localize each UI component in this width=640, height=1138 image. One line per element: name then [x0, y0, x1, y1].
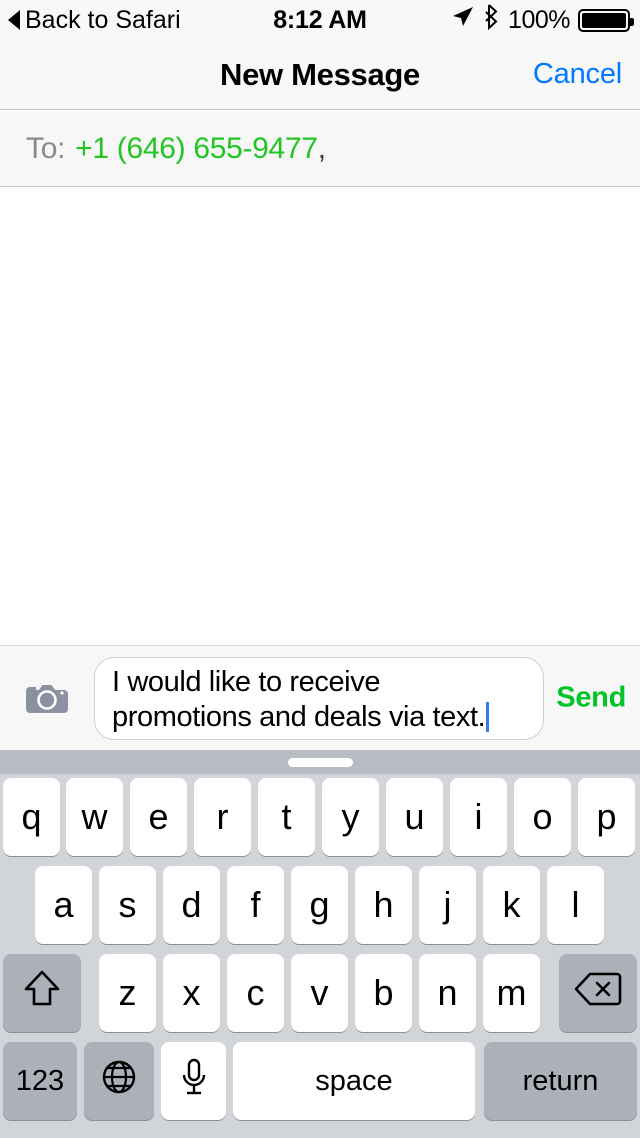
key-b[interactable]: b: [355, 954, 412, 1032]
iphone-screen: Back to Safari 8:12 AM 100% New Message …: [0, 0, 640, 1138]
key-l[interactable]: l: [547, 866, 604, 944]
recipient-separator: ,: [317, 131, 326, 165]
key-k[interactable]: k: [483, 866, 540, 944]
key-c[interactable]: c: [227, 954, 284, 1032]
camera-icon[interactable]: [23, 678, 71, 718]
recipient-phone-number[interactable]: +1 (646) 655-9477: [75, 132, 318, 166]
key-u[interactable]: u: [386, 778, 443, 856]
key-x[interactable]: x: [163, 954, 220, 1032]
status-bar: Back to Safari 8:12 AM 100%: [0, 0, 640, 40]
backspace-key[interactable]: [559, 954, 637, 1032]
battery-icon: [578, 8, 634, 32]
message-text-line-2: promotions and deals via text.: [112, 701, 486, 733]
microphone-icon: [179, 1057, 209, 1106]
key-p[interactable]: p: [578, 778, 635, 856]
recipient-field[interactable]: To: +1 (646) 655-9477 ,: [0, 111, 640, 187]
conversation-area: [0, 188, 640, 645]
keyboard-row-4: 123 space return: [0, 1038, 640, 1126]
key-o[interactable]: o: [514, 778, 571, 856]
key-t[interactable]: t: [258, 778, 315, 856]
status-bar-indicators: 100%: [451, 3, 634, 37]
text-cursor: [486, 702, 490, 732]
key-s[interactable]: s: [99, 866, 156, 944]
key-m[interactable]: m: [483, 954, 540, 1032]
message-input-field[interactable]: I would like to receive promotions and d…: [94, 657, 544, 740]
return-key[interactable]: return: [484, 1042, 637, 1120]
keyboard-drag-bar[interactable]: [0, 750, 640, 774]
to-label: To:: [26, 131, 66, 165]
key-i[interactable]: i: [450, 778, 507, 856]
keyboard-row-3: z x c v b n m: [0, 950, 640, 1038]
key-f[interactable]: f: [227, 866, 284, 944]
battery-percent-label: 100%: [508, 5, 570, 34]
location-arrow-icon: [451, 5, 475, 36]
on-screen-keyboard: q w e r t y u i o p a s d f g h j k l z …: [0, 750, 640, 1138]
key-d[interactable]: d: [163, 866, 220, 944]
key-j[interactable]: j: [419, 866, 476, 944]
space-key[interactable]: space: [233, 1042, 475, 1120]
key-q[interactable]: q: [3, 778, 60, 856]
message-text-line-1: I would like to receive: [112, 666, 381, 698]
key-y[interactable]: y: [322, 778, 379, 856]
key-v[interactable]: v: [291, 954, 348, 1032]
keyboard-row-1: q w e r t y u i o p: [0, 774, 640, 862]
navigation-bar: New Message Cancel: [0, 40, 640, 110]
message-text-line-2-wrapper: promotions and deals via text.: [112, 700, 529, 735]
key-w[interactable]: w: [66, 778, 123, 856]
key-e[interactable]: e: [130, 778, 187, 856]
key-n[interactable]: n: [419, 954, 476, 1032]
page-title: New Message: [219, 56, 421, 92]
key-r[interactable]: r: [194, 778, 251, 856]
bluetooth-icon: [483, 3, 500, 37]
backspace-icon: [574, 971, 622, 1016]
shift-key[interactable]: [3, 954, 81, 1032]
cancel-button[interactable]: Cancel: [533, 58, 622, 91]
key-h[interactable]: h: [355, 866, 412, 944]
key-a[interactable]: a: [35, 866, 92, 944]
globe-key[interactable]: [84, 1042, 154, 1120]
key-z[interactable]: z: [99, 954, 156, 1032]
keyboard-drag-handle[interactable]: [288, 758, 353, 767]
globe-icon: [100, 1058, 138, 1105]
keyboard-row-2: a s d f g h j k l: [0, 862, 640, 950]
message-input-bar: I would like to receive promotions and d…: [0, 645, 640, 750]
key-g[interactable]: g: [291, 866, 348, 944]
dictation-key[interactable]: [161, 1042, 226, 1120]
keyboard-rows: q w e r t y u i o p a s d f g h j k l z …: [0, 774, 640, 1126]
numbers-key[interactable]: 123: [3, 1042, 77, 1120]
send-button[interactable]: Send: [556, 682, 626, 715]
shift-arrow-icon: [22, 968, 62, 1019]
